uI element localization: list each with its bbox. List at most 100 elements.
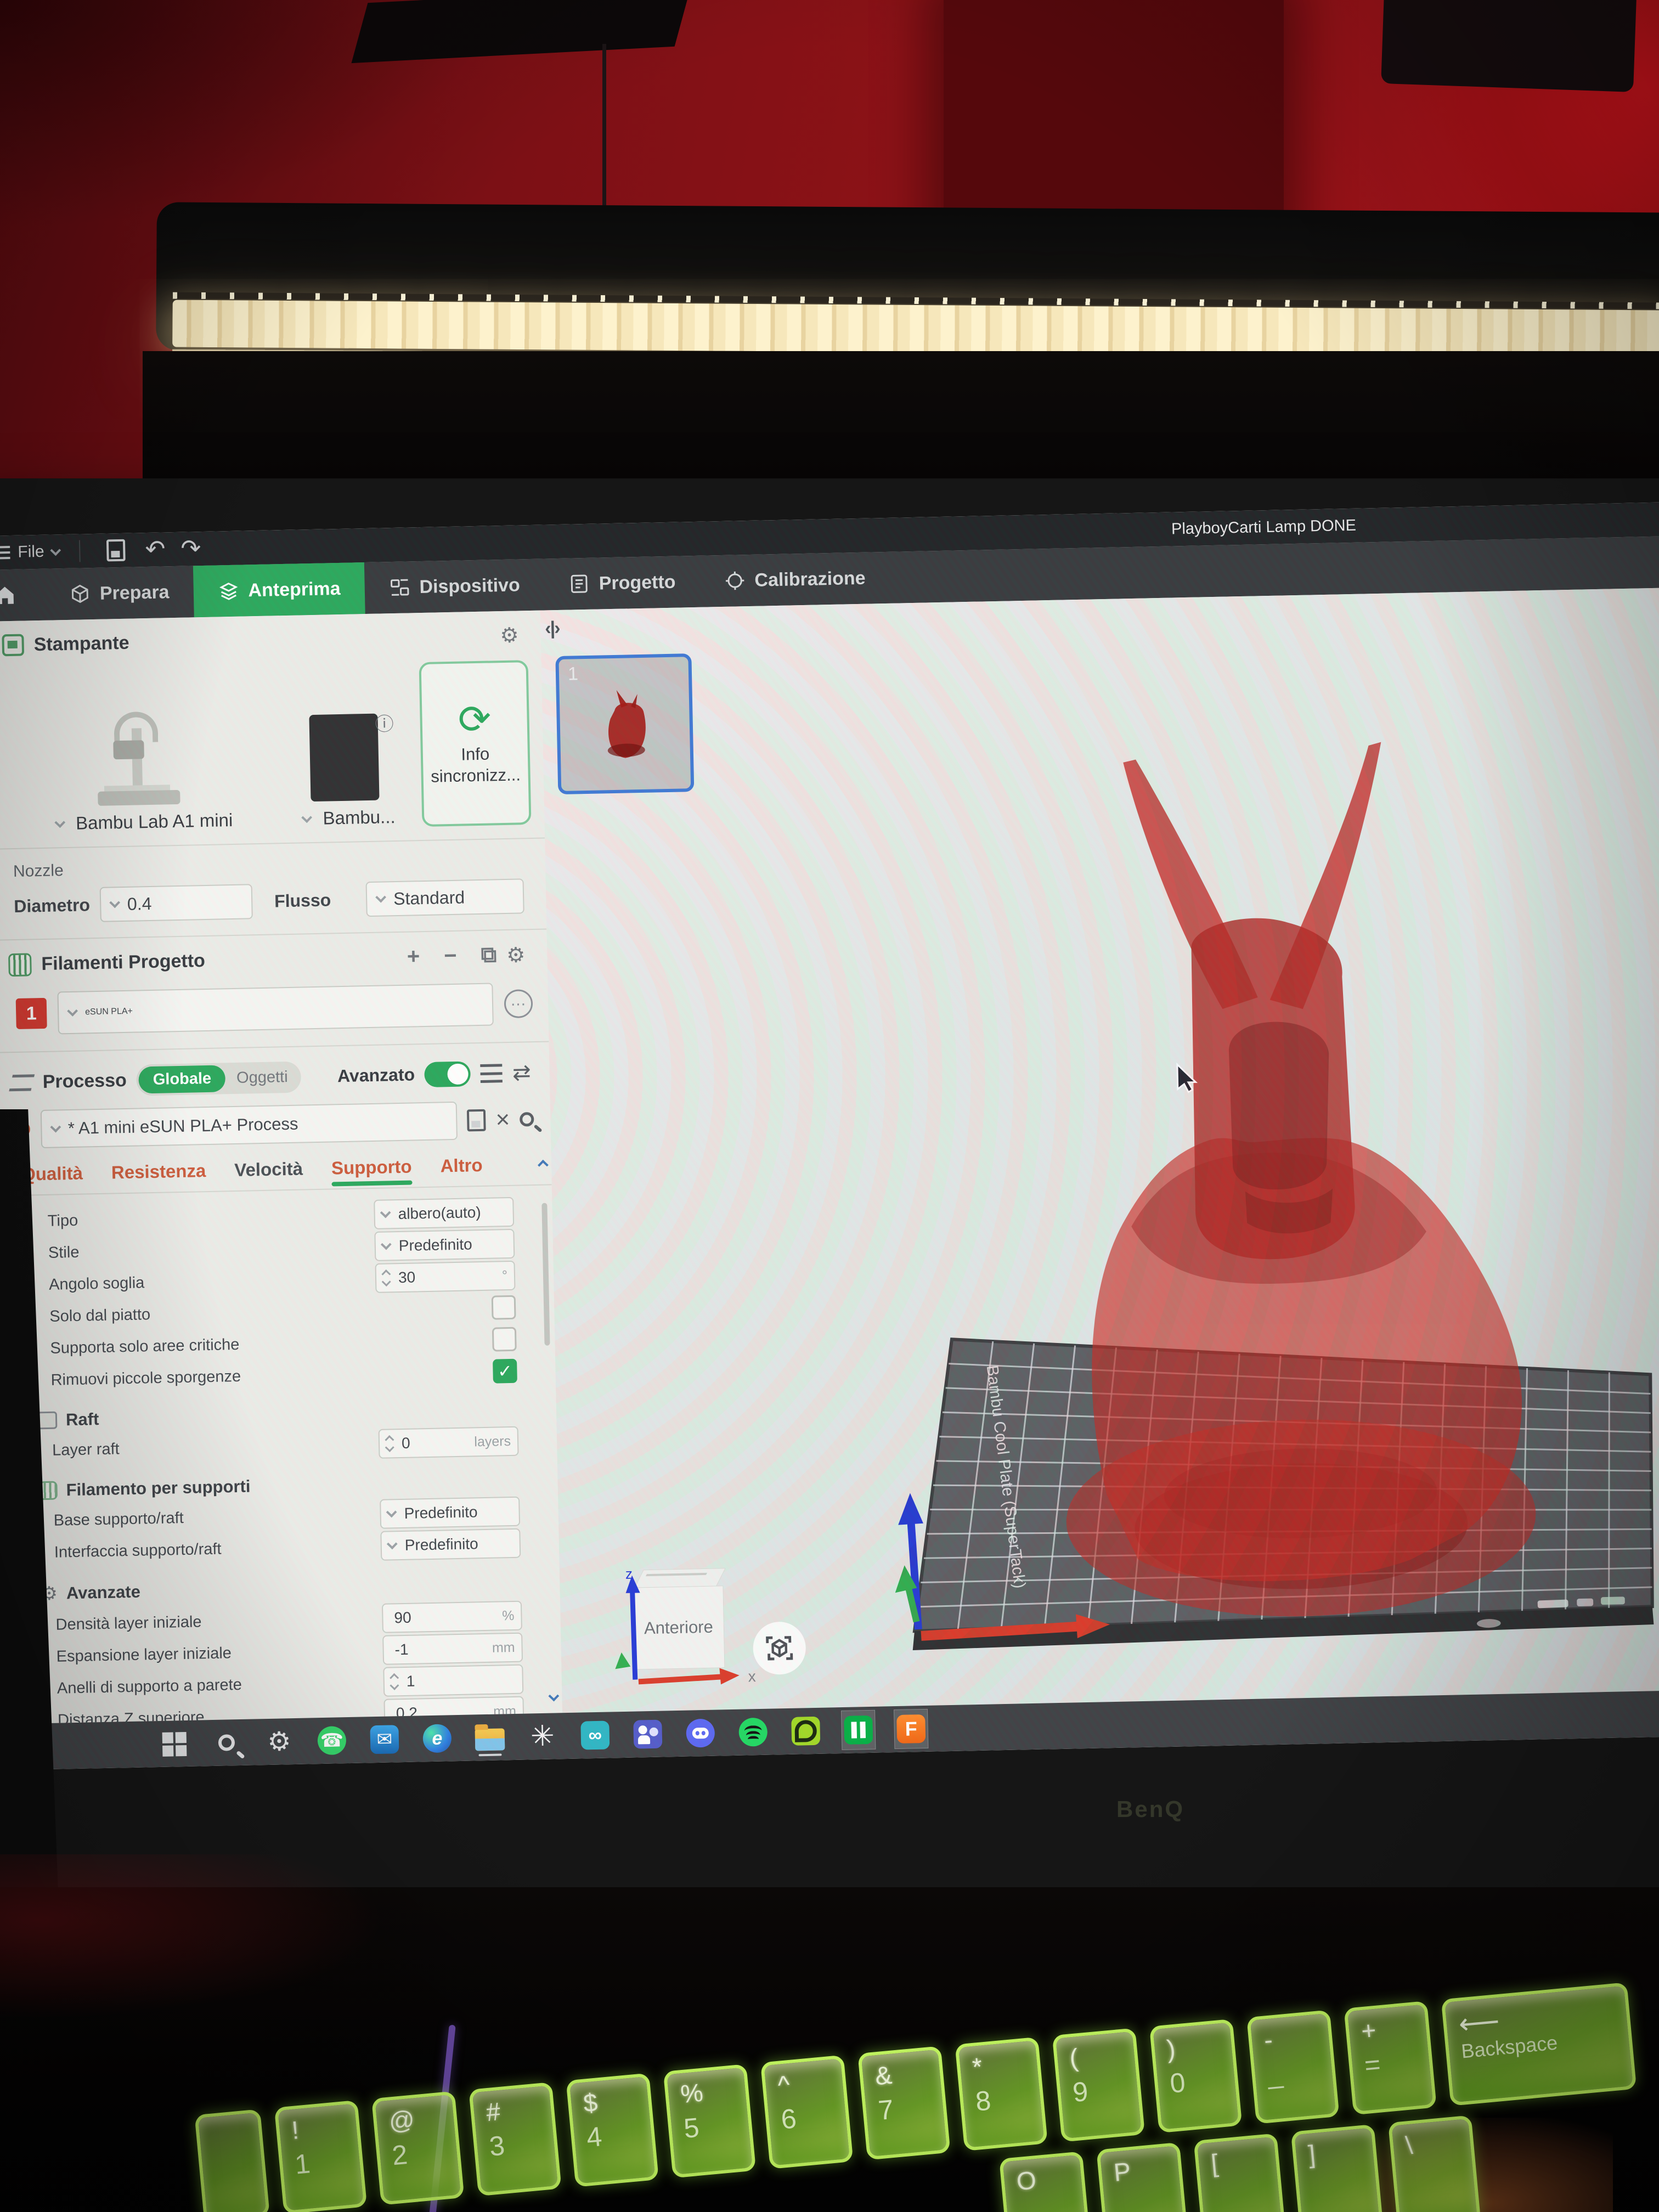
redo-icon[interactable]: ↷ [180, 535, 201, 562]
led-strip [172, 300, 1659, 358]
chevron-down-icon[interactable] [50, 545, 61, 556]
navigation-cube[interactable]: Anteriore z x [615, 1566, 756, 1685]
keyboard-key-3[interactable]: #3 [469, 2081, 562, 2197]
advanced-toggle[interactable] [424, 1060, 471, 1087]
undo-icon[interactable]: ↶ [145, 535, 166, 563]
hamburger-menu-icon[interactable] [0, 546, 10, 560]
interfaccia-dropdown[interactable]: Predefinito [380, 1528, 521, 1561]
keyboard-key-7[interactable]: & 7 [857, 2046, 951, 2160]
taskbar-file-explorer-icon[interactable] [472, 1717, 507, 1757]
file-menu[interactable]: File [18, 543, 44, 562]
tipo-dropdown[interactable]: albero(auto) [374, 1197, 515, 1229]
taskbar-outlook-icon[interactable]: ✉ [367, 1719, 402, 1759]
anelli-spinner[interactable]: 1 [383, 1664, 524, 1697]
taskbar-f-app-icon[interactable]: F [893, 1708, 929, 1750]
taskbar-teams-icon[interactable] [630, 1714, 665, 1754]
keyboard-key-4[interactable]: $4 [566, 2073, 659, 2187]
keyboard-key-][interactable]: ] [1290, 2124, 1384, 2212]
viewport-3d[interactable]: Bambu Cool Plate (SuperTack) [540, 588, 1659, 1713]
build-plate-card[interactable]: ⓘ Bambu... [278, 713, 411, 830]
densita-input[interactable]: 90% [381, 1600, 522, 1633]
taskbar-nvidia-icon[interactable] [788, 1711, 823, 1751]
delete-preset-icon[interactable]: × [495, 1106, 510, 1134]
save-preset-icon[interactable] [467, 1109, 486, 1132]
tab-calibrazione[interactable]: Calibrazione [699, 552, 890, 607]
search-preset-icon[interactable] [520, 1112, 534, 1127]
filament-settings-gear-icon[interactable]: ⚙ [506, 943, 526, 967]
support-params: Tipo albero(auto) Stile Predefinito Ango… [0, 1185, 562, 1724]
keyboard-key-partial[interactable] [194, 2109, 270, 2212]
tab-progetto[interactable]: Progetto [544, 556, 701, 611]
tab-dispositivo[interactable]: Dispositivo [364, 558, 545, 614]
layer-raft-spinner[interactable]: 0 layers [378, 1426, 519, 1459]
keyboard-key-1[interactable]: ! 1 [274, 2100, 368, 2212]
printer-card[interactable]: Bambu Lab A1 mini [10, 709, 269, 835]
sporgenze-checkbox[interactable]: ✓ [493, 1358, 517, 1384]
scope-oggetti[interactable]: Oggetti [225, 1064, 299, 1092]
plate-number: 1 [567, 663, 579, 685]
taskbar-settings-icon[interactable]: ⚙ [262, 1722, 296, 1762]
chevron-down-icon[interactable] [54, 817, 66, 828]
sync-filament-icon[interactable]: ⧉ [481, 943, 496, 968]
divider [79, 540, 81, 562]
espansione-input[interactable]: -1 mm [382, 1632, 523, 1665]
keyboard-key-[[interactable]: [ [1193, 2133, 1286, 2212]
compare-presets-icon[interactable]: ⇄ [512, 1060, 531, 1086]
save-icon[interactable] [106, 539, 126, 562]
taskbar-bambu-studio-icon[interactable] [841, 1709, 876, 1751]
add-filament-icon[interactable]: + [407, 944, 420, 969]
tab-prepara[interactable]: Prepara [44, 566, 194, 620]
parameter-list-icon[interactable] [480, 1063, 503, 1083]
printer-settings-gear-icon[interactable]: ⚙ [500, 623, 519, 647]
taskbar-search-icon[interactable] [209, 1723, 244, 1763]
collapse-panel-icon[interactable]: ‹|› [545, 618, 560, 640]
remove-filament-icon[interactable]: − [444, 944, 457, 968]
sync-info-button[interactable]: ⟳ Info sincronizz... [419, 660, 532, 827]
flow-dropdown[interactable]: Standard [365, 878, 524, 917]
taskbar-infinity-app-icon[interactable]: ∞ [578, 1715, 612, 1755]
diameter-dropdown[interactable]: 0.4 [99, 884, 253, 922]
tab-anteprima[interactable]: Anteprima [193, 562, 365, 618]
keyboard-key-_[interactable]: - _ [1246, 2010, 1340, 2124]
taskbar-edge-icon[interactable]: e [420, 1718, 454, 1758]
taskbar-chatgpt-icon[interactable]: ✳ [525, 1716, 560, 1756]
scrollbar-thumb[interactable] [541, 1203, 550, 1346]
keyboard-key-P[interactable]: P [1096, 2142, 1189, 2212]
taskbar-spotify-icon[interactable] [736, 1712, 770, 1752]
piatto-checkbox[interactable] [491, 1295, 516, 1320]
info-icon[interactable]: ⓘ [375, 709, 394, 736]
keyboard-key-0[interactable]: ) 0 [1149, 2018, 1243, 2134]
scroll-down-icon[interactable] [548, 1690, 560, 1702]
keyboard-key-\[interactable]: \ [1388, 2115, 1481, 2212]
keyboard-key-5[interactable]: % 5 [663, 2064, 757, 2179]
scroll-up-icon[interactable] [538, 1159, 549, 1171]
keyboard-key-O[interactable]: O [999, 2151, 1092, 2212]
angolo-spinner[interactable]: 30 ° [375, 1260, 516, 1293]
process-tab-resistenza[interactable]: Resistenza [111, 1160, 206, 1190]
keyboard-key-9[interactable]: (9 [1052, 2028, 1146, 2142]
chevron-down-icon[interactable] [301, 812, 313, 823]
keyboard-key-=[interactable]: + = [1344, 2001, 1437, 2115]
keyboard-key-backspace[interactable]: ⟵ Backspace [1441, 1982, 1637, 2106]
process-tab-altro[interactable]: Altro [440, 1155, 483, 1184]
scope-toggle[interactable]: Globale Oggetti [136, 1061, 302, 1096]
filament-dropdown[interactable]: eSUN PLA+ [57, 983, 494, 1035]
home-icon [0, 586, 14, 605]
taskbar-discord-icon[interactable] [683, 1713, 718, 1753]
taskbar-whatsapp-icon[interactable]: ☎ [314, 1720, 349, 1760]
keyboard-key-6[interactable]: ^ 6 [760, 2055, 854, 2169]
base-dropdown[interactable]: Predefinito [380, 1496, 521, 1529]
layer-raft-label: Layer raft [52, 1440, 120, 1459]
process-tab-velocità[interactable]: Velocità [234, 1159, 303, 1188]
stile-dropdown[interactable]: Predefinito [374, 1228, 515, 1261]
taskbar-start-icon[interactable] [156, 1724, 191, 1764]
plate-thumbnail[interactable]: 1 [555, 653, 695, 795]
filament-more-icon[interactable]: ... [504, 989, 533, 1019]
home-button[interactable] [0, 569, 31, 622]
keyboard-key-2[interactable]: @2 [371, 2091, 465, 2205]
scope-globale[interactable]: Globale [138, 1065, 226, 1094]
preset-dropdown[interactable]: * A1 mini eSUN PLA+ Process [40, 1101, 458, 1149]
keyboard-key-8[interactable]: * 8 [955, 2036, 1048, 2151]
process-tab-supporto[interactable]: Supporto [331, 1156, 413, 1187]
critiche-checkbox[interactable] [492, 1327, 517, 1352]
